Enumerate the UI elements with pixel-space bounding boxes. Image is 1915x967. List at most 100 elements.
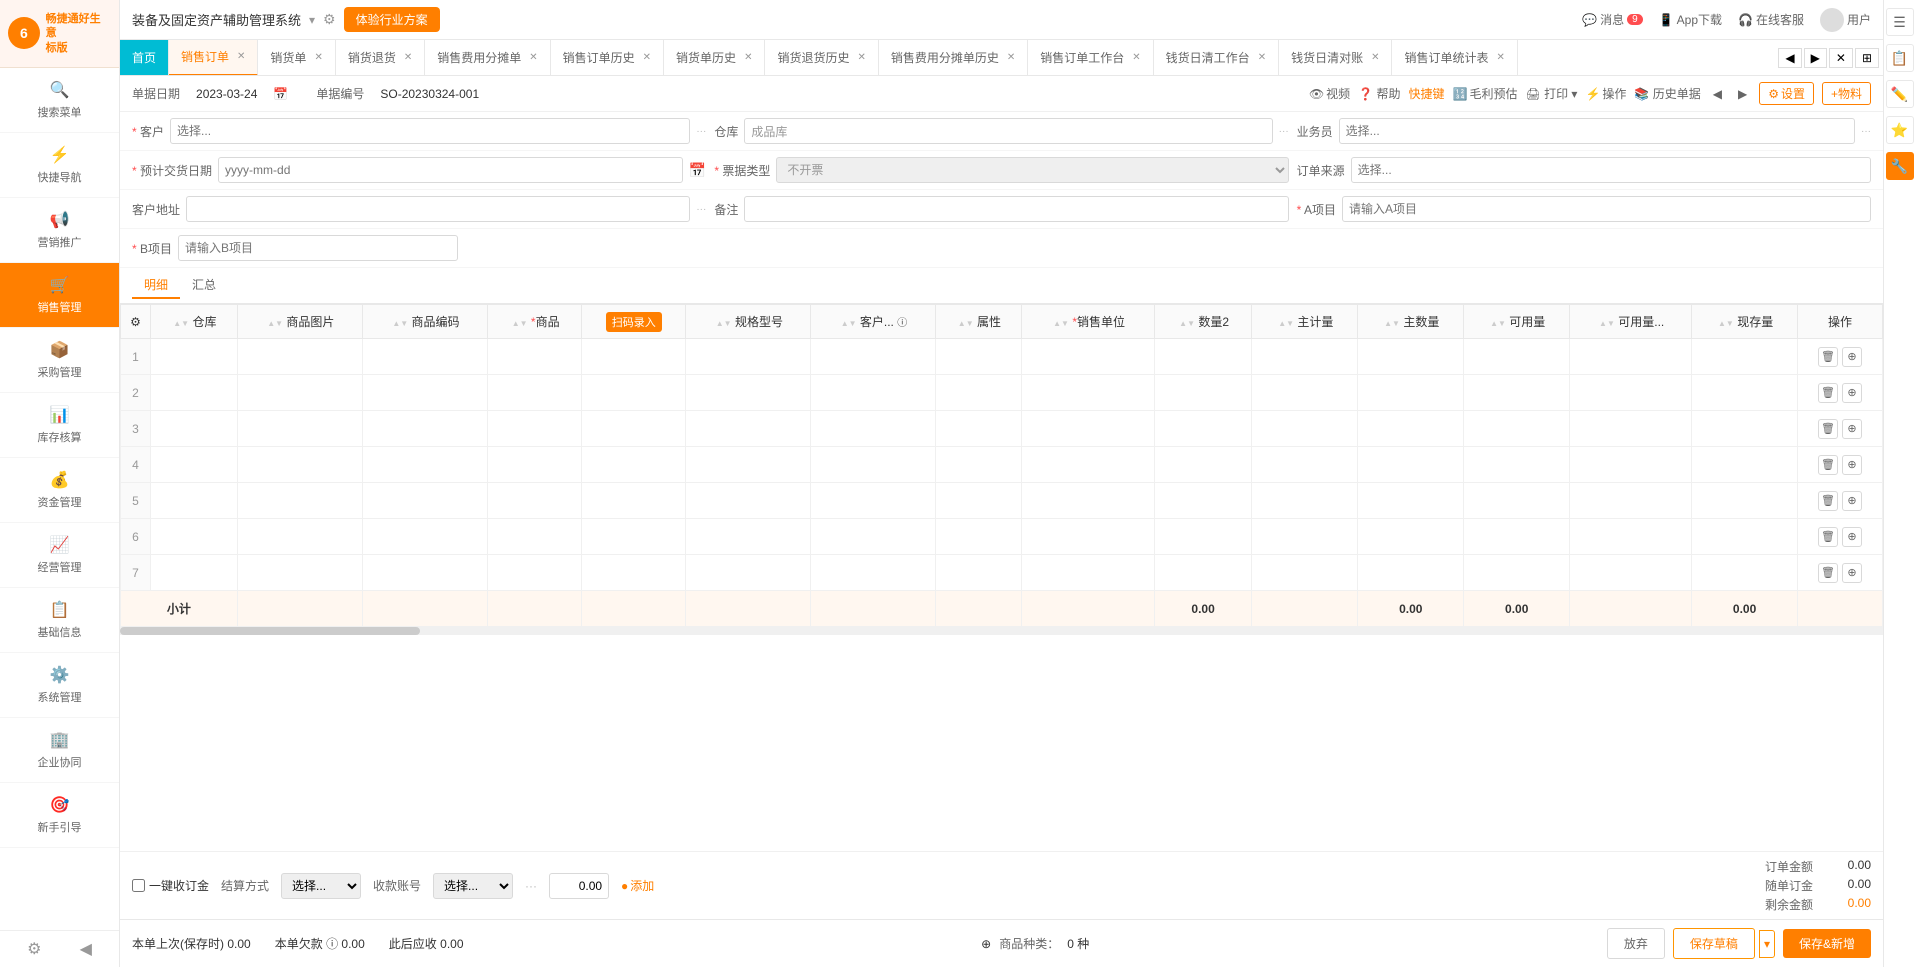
row-2-customer-code[interactable]	[811, 375, 935, 411]
tab-close-cash-reconcile[interactable]: ✕	[1371, 52, 1379, 63]
history-btn[interactable]: 📚 历史单据	[1634, 85, 1700, 102]
row-2-product[interactable]	[488, 375, 582, 411]
row-2-product-img[interactable]	[237, 375, 362, 411]
tab-close-expense-history[interactable]: ✕	[1007, 52, 1015, 63]
customer-input[interactable]	[170, 118, 690, 144]
save-draft-button[interactable]: 保存草稿	[1673, 928, 1755, 959]
profit-btn[interactable]: 🔢 毛利预估	[1453, 85, 1518, 102]
salesperson-input[interactable]	[1339, 118, 1855, 144]
b-project-input[interactable]	[178, 235, 458, 261]
tab-close-sales-stats[interactable]: ✕	[1497, 52, 1505, 63]
row-2-main-qty[interactable]	[1358, 375, 1464, 411]
sidebar-item-quick[interactable]: ⚡ 快捷导航	[0, 133, 119, 198]
one-click-deposit-checkbox[interactable]	[132, 879, 145, 892]
row-1-customer-code[interactable]	[811, 339, 935, 375]
message-btn[interactable]: 💬 消息 9	[1582, 11, 1643, 28]
save-new-button[interactable]: 保存&新增	[1783, 929, 1871, 958]
date-picker-icon[interactable]: 📅	[689, 162, 706, 179]
tab-expense-history[interactable]: 销售费用分摊单历史 ✕	[879, 40, 1028, 76]
warehouse-input[interactable]	[744, 118, 1272, 144]
row-6-copy-btn[interactable]: ⊕	[1842, 527, 1862, 547]
customer-address-input[interactable]	[186, 196, 690, 222]
row-2-current-qty[interactable]	[1692, 375, 1798, 411]
tab-next-button[interactable]: ▶	[1804, 48, 1827, 68]
row-3-copy-btn[interactable]: ⊕	[1842, 419, 1862, 439]
account-dots[interactable]: ···	[525, 879, 537, 893]
sidebar-collapse-icon[interactable]: ◀	[80, 939, 92, 959]
tab-close-sales-order[interactable]: ✕	[237, 51, 245, 62]
row-1-product-code[interactable]	[362, 339, 487, 375]
row-2-attribute[interactable]	[935, 375, 1022, 411]
add-material-button[interactable]: +物料	[1822, 82, 1871, 105]
calendar-icon[interactable]: 📅	[273, 87, 288, 101]
tab-close-order-workbench[interactable]: ✕	[1132, 52, 1140, 63]
tab-sales-return[interactable]: 销货单 ✕	[258, 40, 335, 76]
print-btn[interactable]: 🖨 打印 ▾	[1525, 85, 1577, 102]
customer-dots[interactable]: ···	[696, 126, 706, 137]
row-7-copy-btn[interactable]: ⊕	[1842, 563, 1862, 583]
tab-home[interactable]: 首页	[120, 40, 169, 76]
row-6-delete-btn[interactable]: 🗑	[1818, 527, 1838, 547]
customer-code-info-icon[interactable]: ⓘ	[897, 318, 907, 329]
section-tab-detail[interactable]: 明细	[132, 272, 180, 299]
tab-close-sales-refund[interactable]: ✕	[404, 52, 412, 63]
view-btn[interactable]: 👁 视频	[1309, 85, 1350, 102]
row-1-available[interactable]	[1464, 339, 1570, 375]
row-1-spec[interactable]	[686, 339, 811, 375]
tab-menu-button[interactable]: ⊞	[1855, 48, 1879, 68]
sidebar-item-enterprise[interactable]: 🏢 企业协同	[0, 718, 119, 783]
sidebar-item-purchase[interactable]: 📦 采购管理	[0, 328, 119, 393]
row-2-delete-btn[interactable]: 🗑	[1818, 383, 1838, 403]
row-1-product[interactable]	[488, 339, 582, 375]
row-1-available2[interactable]	[1570, 339, 1692, 375]
row-2-sales-unit[interactable]	[1022, 375, 1155, 411]
industry-solution-button[interactable]: 体验行业方案	[344, 7, 440, 32]
scan-button[interactable]: 扫码录入	[606, 312, 662, 332]
address-dots[interactable]: ···	[696, 204, 706, 215]
app-download-btn[interactable]: 📱 App下载	[1659, 11, 1722, 28]
sidebar-item-sales[interactable]: 🛒 销售管理	[0, 263, 119, 328]
col-settings[interactable]: ⚙	[121, 305, 151, 339]
payment-amount-input[interactable]	[549, 873, 609, 899]
row-2-available[interactable]	[1464, 375, 1570, 411]
shortcut-btn[interactable]: 快捷键	[1409, 85, 1445, 102]
row-1-attribute[interactable]	[935, 339, 1022, 375]
section-tab-summary[interactable]: 汇总	[180, 272, 228, 299]
add-payment-button[interactable]: ● 添加	[621, 877, 654, 894]
tab-sales-order[interactable]: 销售订单 ✕	[169, 40, 258, 76]
row-4-copy-btn[interactable]: ⊕	[1842, 455, 1862, 475]
tab-close-all-button[interactable]: ✕	[1829, 48, 1853, 68]
system-title-arrow[interactable]: ▾	[309, 13, 315, 27]
row-5-copy-btn[interactable]: ⊕	[1842, 491, 1862, 511]
tab-sales-refund[interactable]: 销货退货 ✕	[336, 40, 425, 76]
sidebar-item-inventory[interactable]: 📊 库存核算	[0, 393, 119, 458]
scroll-thumb[interactable]	[120, 627, 420, 635]
sidebar-settings-icon[interactable]: ⚙	[27, 939, 41, 959]
row-2-spec[interactable]	[686, 375, 811, 411]
horizontal-scrollbar[interactable]	[120, 627, 1883, 635]
col-settings-icon[interactable]: ⚙	[130, 315, 141, 329]
row-1-qty2[interactable]	[1154, 339, 1251, 375]
row-2-main-unit[interactable]	[1252, 375, 1358, 411]
save-draft-arrow[interactable]: ▾	[1759, 930, 1775, 958]
right-panel-icon-5[interactable]: 🔧	[1886, 152, 1914, 180]
row-5-delete-btn[interactable]: 🗑	[1818, 491, 1838, 511]
invoice-type-select[interactable]: 不开票	[776, 157, 1288, 183]
account-select[interactable]: 选择...	[433, 873, 513, 899]
settings-button[interactable]: ⚙ 设置	[1759, 82, 1814, 105]
info-icon[interactable]: ⓘ	[326, 937, 338, 951]
discard-button[interactable]: 放弃	[1607, 928, 1665, 959]
tab-cash-workbench[interactable]: 钱货日清工作台 ✕	[1154, 40, 1279, 76]
row-2-warehouse[interactable]	[151, 375, 238, 411]
right-panel-icon-3[interactable]: ✏️	[1886, 80, 1914, 108]
tab-close-return-history[interactable]: ✕	[744, 52, 752, 63]
row-1-sales-unit[interactable]	[1022, 339, 1155, 375]
row-2-qty2[interactable]	[1154, 375, 1251, 411]
tab-order-workbench[interactable]: 销售订单工作台 ✕	[1028, 40, 1153, 76]
tab-prev-button[interactable]: ◀	[1778, 48, 1801, 68]
tab-close-cash-workbench[interactable]: ✕	[1258, 52, 1266, 63]
right-panel-icon-4[interactable]: ⭐	[1886, 116, 1914, 144]
row-1-current-qty[interactable]	[1692, 339, 1798, 375]
row-1-main-unit[interactable]	[1252, 339, 1358, 375]
tab-sales-stats[interactable]: 销售订单统计表 ✕	[1392, 40, 1517, 76]
